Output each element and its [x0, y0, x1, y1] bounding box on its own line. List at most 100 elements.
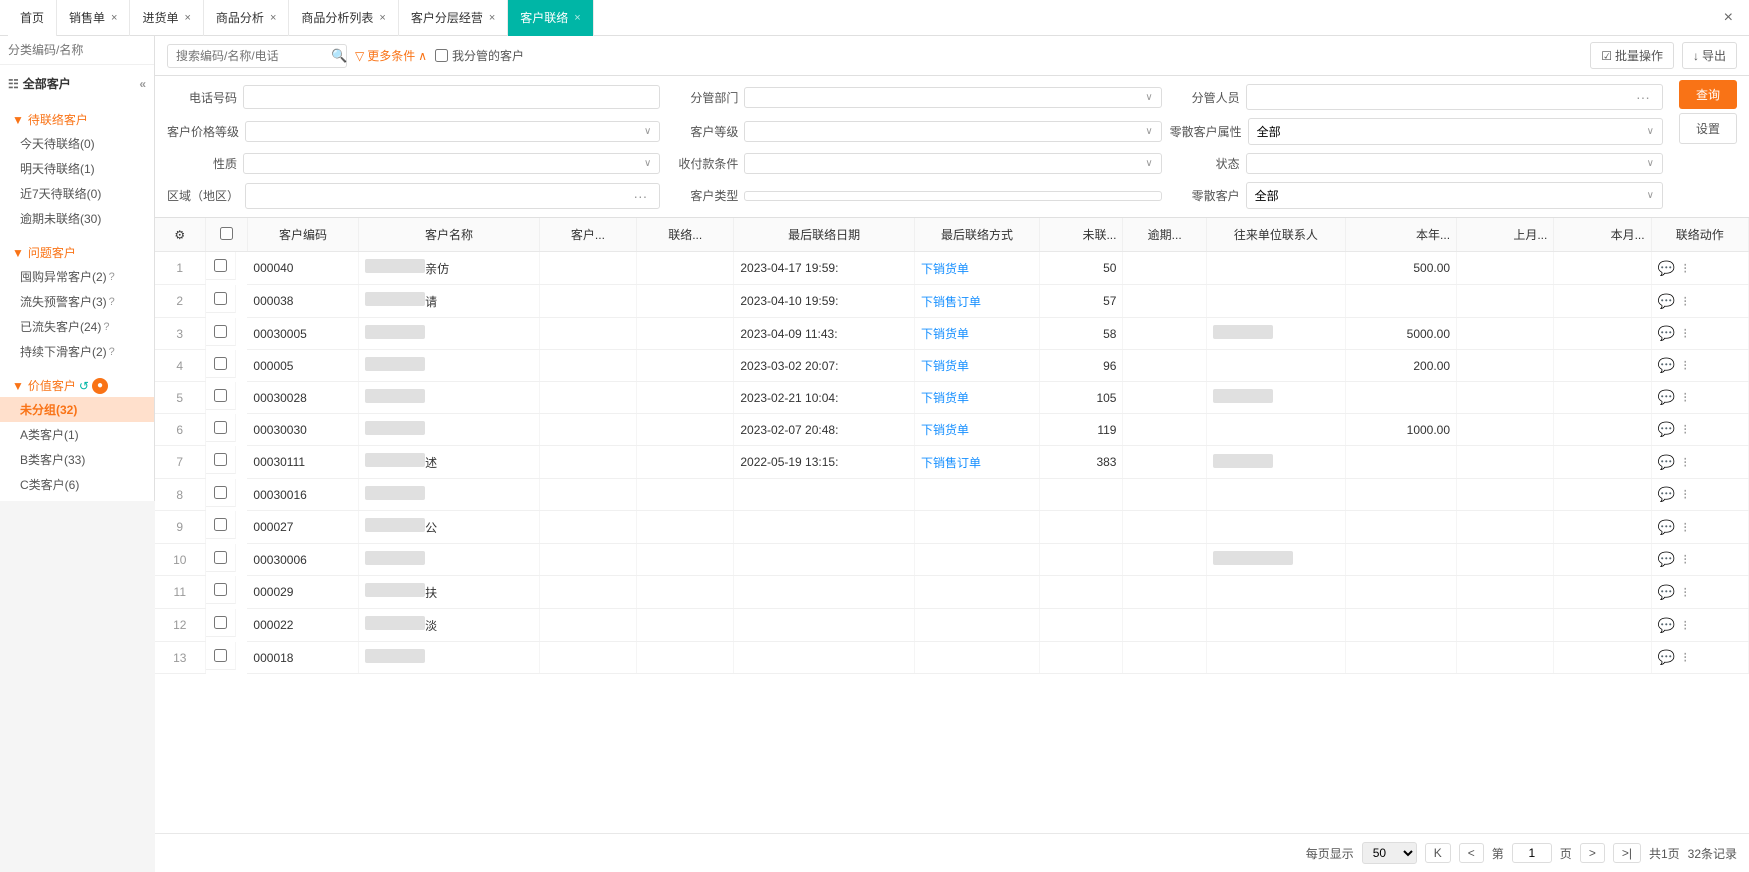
select-all-checkbox[interactable] [220, 227, 233, 240]
row-checkbox[interactable] [214, 357, 227, 370]
nav-tab-customer-contact[interactable]: 客户联络 × [508, 0, 593, 36]
last-method-link[interactable]: 下销货单 [921, 327, 969, 341]
nav-tab-home[interactable]: 首页 [8, 0, 57, 36]
problem-customers-group[interactable]: ▼ 问题客户 [0, 239, 154, 264]
more-actions-icon[interactable]: ⁝ [1683, 260, 1687, 277]
status-select[interactable]: ∨ [1246, 153, 1663, 174]
row-checkbox[interactable] [214, 259, 227, 272]
sidebar-item-churn-warning[interactable]: 流失预警客户(3) ? [0, 289, 154, 314]
close-all-button[interactable]: × [1716, 9, 1741, 27]
nav-tab-product-analysis[interactable]: 商品分析 × [204, 0, 289, 36]
department-select[interactable]: ∨ [744, 87, 1161, 108]
price-level-select[interactable]: ∨ [245, 121, 660, 142]
my-customers-checkbox[interactable]: 我分管的客户 [435, 47, 524, 64]
nav-tab-customer-tier[interactable]: 客户分层经营 × [399, 0, 508, 36]
more-actions-icon[interactable]: ⁝ [1683, 519, 1687, 536]
export-button[interactable]: ↓ 导出 [1682, 42, 1737, 69]
last-method-link[interactable]: 下销货单 [921, 359, 969, 373]
sidebar-item-declining[interactable]: 持续下滑客户(2) ? [0, 339, 154, 364]
customer-type-select[interactable] [744, 191, 1161, 201]
close-icon[interactable]: × [270, 12, 276, 24]
chat-icon[interactable]: 💬 [1658, 454, 1675, 471]
sidebar-all-customers-header[interactable]: ☷ 全部客户 « [0, 69, 154, 98]
reset-button[interactable]: 设置 [1679, 113, 1737, 144]
next-page-button[interactable]: > [1580, 843, 1605, 863]
row-checkbox[interactable] [214, 486, 227, 499]
prev-page-button[interactable]: < [1459, 843, 1484, 863]
more-actions-icon[interactable]: ⁝ [1683, 357, 1687, 374]
page-size-select[interactable]: 50 100 200 [1362, 842, 1417, 864]
pending-contact-group[interactable]: ▼ 待联络客户 [0, 106, 154, 131]
chat-icon[interactable]: 💬 [1658, 357, 1675, 374]
sidebar-search-input[interactable] [8, 43, 155, 57]
more-actions-icon[interactable]: ⁝ [1683, 389, 1687, 406]
row-checkbox[interactable] [214, 325, 227, 338]
row-checkbox[interactable] [214, 649, 227, 662]
chat-icon[interactable]: 💬 [1658, 584, 1675, 601]
more-actions-icon[interactable]: ⁝ [1683, 649, 1687, 666]
chat-icon[interactable]: 💬 [1658, 293, 1675, 310]
row-checkbox[interactable] [214, 389, 227, 402]
region-select[interactable]: ··· [245, 183, 660, 209]
customer-level-select[interactable]: ∨ [744, 121, 1161, 142]
my-customers-check[interactable] [435, 49, 448, 62]
chat-icon[interactable]: 💬 [1658, 617, 1675, 634]
chat-icon[interactable]: 💬 [1658, 486, 1675, 503]
close-icon[interactable]: × [379, 12, 385, 24]
sidebar-item-class-c[interactable]: C类客户(6) [0, 472, 154, 497]
sidebar-item-class-b[interactable]: B类客户(33) [0, 447, 154, 472]
close-icon[interactable]: × [184, 12, 190, 24]
nav-tab-product-list[interactable]: 商品分析列表 × [289, 0, 398, 36]
row-checkbox[interactable] [214, 583, 227, 596]
close-icon[interactable]: × [489, 12, 495, 24]
chat-icon[interactable]: 💬 [1658, 649, 1675, 666]
gender-select[interactable]: ∨ [243, 153, 660, 174]
retail-customer-select[interactable]: 全部 ∨ [1246, 182, 1663, 209]
sidebar-item-overdue[interactable]: 逾期未联络(30) [0, 206, 154, 231]
page-number-input[interactable] [1512, 843, 1552, 863]
filter-search-input[interactable] [176, 49, 331, 63]
more-actions-icon[interactable]: ⁝ [1683, 486, 1687, 503]
chat-icon[interactable]: 💬 [1658, 260, 1675, 277]
chat-icon[interactable]: 💬 [1658, 325, 1675, 342]
more-conditions-button[interactable]: ▽ 更多条件 ∧ [355, 47, 427, 64]
settings-column-header[interactable]: ⚙ [155, 218, 205, 252]
score-customers-group[interactable]: ▼ 价值客户 ↺ ● [0, 372, 154, 397]
retail-attr-select[interactable]: 全部 ∨ [1248, 118, 1663, 145]
last-method-link[interactable]: 下销货单 [921, 262, 969, 276]
phone-input[interactable] [243, 85, 660, 109]
chat-icon[interactable]: 💬 [1658, 519, 1675, 536]
nav-tab-sales[interactable]: 销售单 × [57, 0, 130, 36]
close-icon[interactable]: × [574, 12, 580, 24]
last-method-link[interactable]: 下销售订单 [921, 295, 981, 309]
sidebar-item-today[interactable]: 今天待联络(0) [0, 131, 154, 156]
row-checkbox[interactable] [214, 292, 227, 305]
payment-select[interactable]: ∨ [744, 153, 1161, 174]
row-checkbox[interactable] [214, 616, 227, 629]
first-page-button[interactable]: K [1425, 843, 1451, 863]
more-actions-icon[interactable]: ⁝ [1683, 551, 1687, 568]
more-actions-icon[interactable]: ⁝ [1683, 325, 1687, 342]
check-column-header[interactable] [205, 218, 247, 252]
collapse-icon[interactable]: « [139, 77, 146, 91]
sidebar-item-unclassified[interactable]: 未分组(32) [0, 397, 154, 422]
sidebar-item-tomorrow[interactable]: 明天待联络(1) [0, 156, 154, 181]
query-button[interactable]: 查询 [1679, 80, 1737, 109]
nav-tab-purchase[interactable]: 进货单 × [130, 0, 203, 36]
last-method-link[interactable]: 下销售订单 [921, 456, 981, 470]
sidebar-item-7days[interactable]: 近7天待联络(0) [0, 181, 154, 206]
manager-select[interactable]: ··· [1246, 84, 1663, 110]
batch-operation-button[interactable]: ☑ 批量操作 [1590, 42, 1674, 69]
row-checkbox[interactable] [214, 518, 227, 531]
more-actions-icon[interactable]: ⁝ [1683, 584, 1687, 601]
last-method-link[interactable]: 下销货单 [921, 423, 969, 437]
close-icon[interactable]: × [111, 12, 117, 24]
row-checkbox[interactable] [214, 551, 227, 564]
last-page-button[interactable]: >| [1613, 843, 1641, 863]
sidebar-item-hoard-anomaly[interactable]: 囤购异常客户(2) ? [0, 264, 154, 289]
chat-icon[interactable]: 💬 [1658, 389, 1675, 406]
more-actions-icon[interactable]: ⁝ [1683, 421, 1687, 438]
sidebar-item-class-a[interactable]: A类客户(1) [0, 422, 154, 447]
refresh-icon[interactable]: ↺ [79, 379, 89, 393]
chat-icon[interactable]: 💬 [1658, 551, 1675, 568]
